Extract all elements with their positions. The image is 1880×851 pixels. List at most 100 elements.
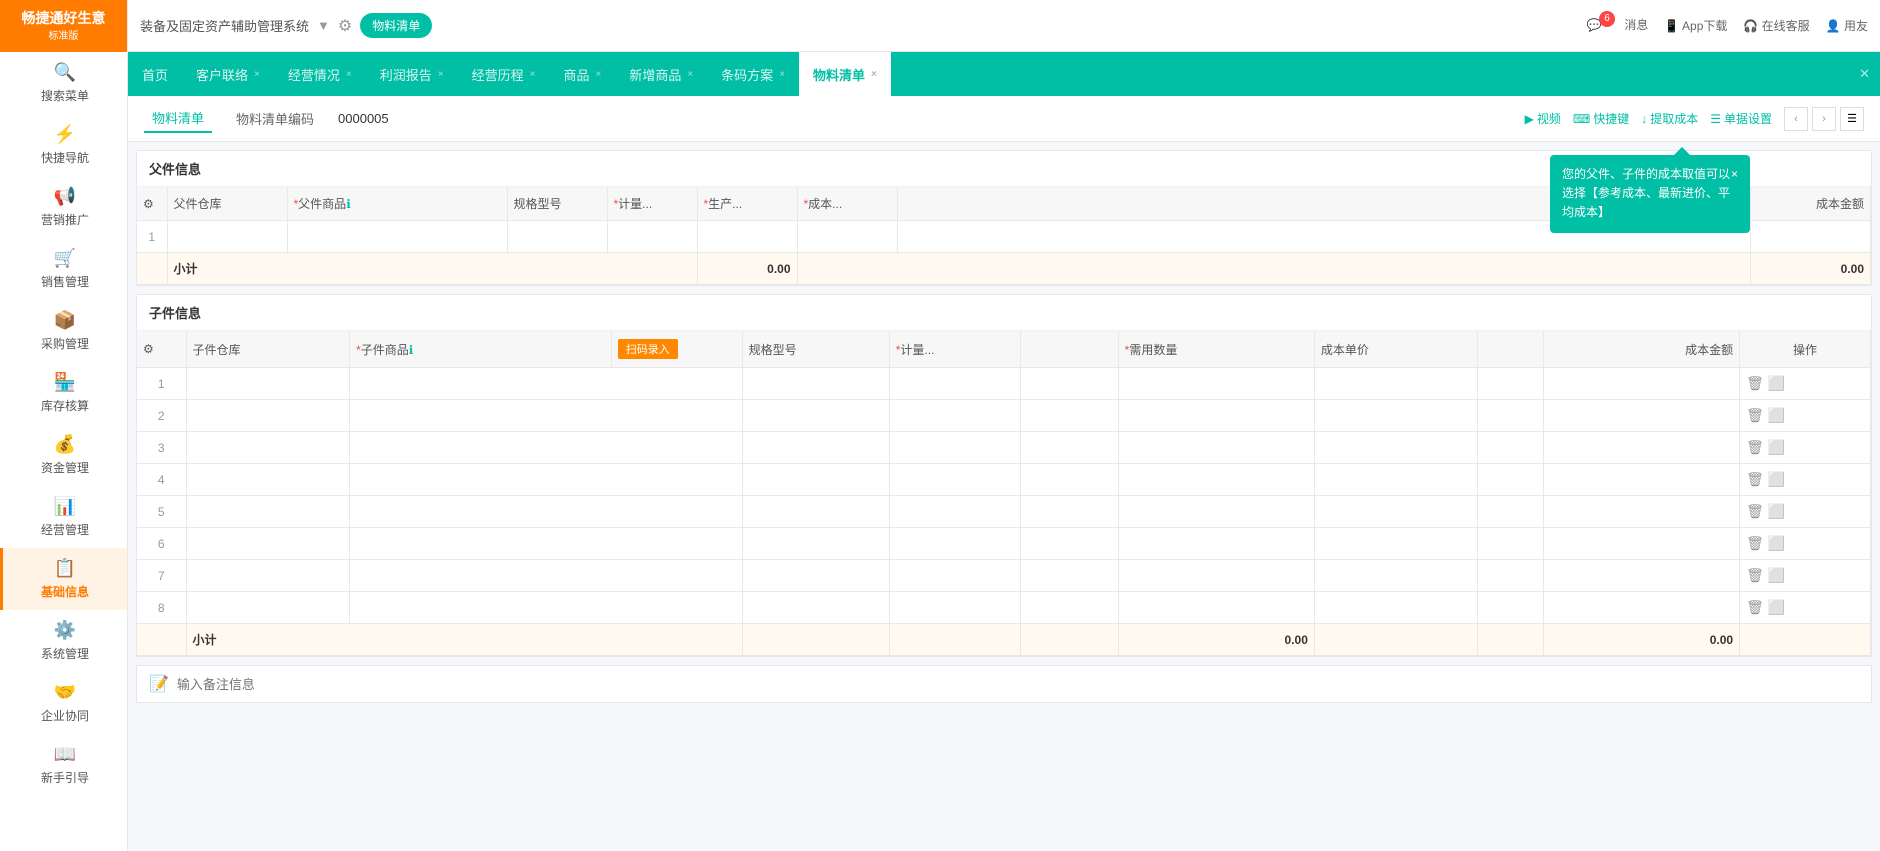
sidebar-item-inventory[interactable]: 🏪 库存核算: [0, 362, 127, 424]
table-row: 3 🗑 ⬜: [137, 432, 1871, 464]
copy-icon[interactable]: ⬜: [1768, 599, 1785, 616]
gear-icon[interactable]: ⚙: [143, 197, 154, 211]
note-input[interactable]: [177, 677, 1859, 692]
copy-icon[interactable]: ⬜: [1768, 471, 1785, 488]
parent-cost-cell[interactable]: [797, 221, 897, 253]
child-unit-cost-cell[interactable]: [1314, 400, 1478, 432]
table-row: 1 🗑 ⬜: [137, 368, 1871, 400]
tab-goods[interactable]: 商品 ×: [549, 52, 615, 96]
tab-history[interactable]: 经营历程 ×: [458, 52, 550, 96]
delete-icon[interactable]: 🗑: [1746, 407, 1764, 424]
app-download[interactable]: 📱 App下载: [1664, 17, 1727, 34]
parent-goods-cell[interactable]: [287, 221, 507, 253]
sidebar-item-sales[interactable]: 🛒 销售管理: [0, 238, 127, 300]
parent-production-cell[interactable]: [697, 221, 797, 253]
child-col-unit: *计量...: [889, 331, 1020, 368]
parent-warehouse-cell[interactable]: [167, 221, 287, 253]
copy-icon[interactable]: ⬜: [1768, 439, 1785, 456]
tab-close-icon[interactable]: ×: [595, 69, 601, 80]
parent-col-goods: *父件商品ℹ: [287, 187, 507, 221]
sidebar-item-purchase[interactable]: 📦 采购管理: [0, 300, 127, 362]
sidebar-item-finance[interactable]: 💰 资金管理: [0, 424, 127, 486]
delete-icon[interactable]: 🗑: [1746, 471, 1764, 488]
table-row: 6 🗑 ⬜: [137, 528, 1871, 560]
child-warehouse-cell[interactable]: [186, 368, 350, 400]
child-table-header: ⚙ 子件仓库 *子件商品ℹ 扫码录入 规格型号 *计量... *需用数量 成本单…: [137, 331, 1871, 368]
parent-unit-cell[interactable]: [607, 221, 697, 253]
tab-close-icon[interactable]: ×: [346, 69, 352, 80]
sub-tab-bom[interactable]: 物料清单: [144, 104, 212, 133]
tab-close-icon[interactable]: ×: [687, 69, 693, 80]
copy-icon[interactable]: ⬜: [1768, 503, 1785, 520]
settings-action[interactable]: ☰ 单据设置: [1710, 110, 1772, 127]
sidebar-item-label: 系统管理: [41, 645, 89, 662]
child-col-action: 操作: [1740, 331, 1871, 368]
child-qty-cell[interactable]: [1118, 368, 1314, 400]
tab-close-icon[interactable]: ×: [779, 69, 785, 80]
prev-arrow-button[interactable]: ‹: [1784, 107, 1808, 131]
dropdown-arrow-icon[interactable]: ▼: [317, 18, 330, 33]
child-spec-cell[interactable]: [742, 368, 889, 400]
message-area[interactable]: 💬 6 消息: [1587, 16, 1649, 35]
tab-close-icon[interactable]: ×: [871, 69, 877, 80]
child-goods-cell[interactable]: [350, 400, 742, 432]
tab-close-icon[interactable]: ×: [438, 69, 444, 80]
copy-icon[interactable]: ⬜: [1768, 567, 1785, 584]
shortcut-action[interactable]: ⌨ 快捷键: [1573, 110, 1629, 127]
sidebar-item-operations[interactable]: 📊 经营管理: [0, 486, 127, 548]
delete-icon[interactable]: 🗑: [1746, 375, 1764, 392]
child-warehouse-cell[interactable]: [186, 400, 350, 432]
tooltip-close-button[interactable]: ×: [1731, 165, 1738, 184]
tab-close-icon[interactable]: ×: [530, 69, 536, 80]
tab-customer[interactable]: 客户联络 ×: [182, 52, 274, 96]
clipboard-icon: 📋: [54, 558, 76, 579]
sub-tab-code[interactable]: 物料清单编码: [228, 105, 322, 132]
delete-icon[interactable]: 🗑: [1746, 599, 1764, 616]
sidebar-item-enterprise[interactable]: 🤝 企业协同: [0, 672, 127, 734]
tab-profit[interactable]: 利润报告 ×: [366, 52, 458, 96]
settings-icon[interactable]: ⚙: [338, 16, 352, 36]
list-view-button[interactable]: ☰: [1840, 107, 1864, 131]
parent-col-unit: *计量...: [607, 187, 697, 221]
delete-icon[interactable]: 🗑: [1746, 503, 1764, 520]
child-unit-cell[interactable]: [889, 368, 1020, 400]
tab-operations[interactable]: 经营情况 ×: [274, 52, 366, 96]
delete-icon[interactable]: 🗑: [1746, 535, 1764, 552]
child-col-spacer: [1020, 331, 1118, 368]
tab-home[interactable]: 首页: [128, 52, 182, 96]
child-subtotal-qty: 0.00: [1118, 624, 1314, 656]
store-icon: 🏪: [54, 372, 76, 393]
row-number: 1: [137, 368, 186, 400]
child-qty-cell[interactable]: [1118, 400, 1314, 432]
view-action[interactable]: ▶ 视频: [1525, 110, 1561, 127]
next-arrow-button[interactable]: ›: [1812, 107, 1836, 131]
sidebar-item-system[interactable]: ⚙️ 系统管理: [0, 610, 127, 672]
sidebar-item-marketing[interactable]: 📢 营销推广: [0, 176, 127, 238]
tab-close-all-icon[interactable]: ✕: [1849, 66, 1880, 82]
gear-icon[interactable]: ⚙: [143, 342, 154, 356]
delete-icon[interactable]: 🗑: [1746, 567, 1764, 584]
copy-icon[interactable]: ⬜: [1768, 535, 1785, 552]
online-service[interactable]: 🎧 在线客服: [1743, 17, 1809, 34]
child-unit-cell[interactable]: [889, 400, 1020, 432]
tab-close-icon[interactable]: ×: [254, 69, 260, 80]
sidebar-item-search[interactable]: 🔍 搜索菜单: [0, 52, 127, 114]
tab-barcode[interactable]: 条码方案 ×: [707, 52, 799, 96]
scan-input-button[interactable]: 扫码录入: [618, 339, 678, 359]
parent-spec-cell[interactable]: [507, 221, 607, 253]
copy-icon[interactable]: ⬜: [1768, 375, 1785, 392]
subtotal-spacer: [797, 253, 1751, 285]
tab-bom[interactable]: 物料清单 ×: [799, 52, 891, 96]
child-goods-cell[interactable]: [350, 368, 742, 400]
child-unit-cost-cell[interactable]: [1314, 368, 1478, 400]
cost-action[interactable]: ↓ 提取成本: [1641, 110, 1698, 127]
user-area[interactable]: 👤 用友: [1826, 17, 1868, 34]
delete-icon[interactable]: 🗑: [1746, 439, 1764, 456]
sidebar-item-guide[interactable]: 📖 新手引导: [0, 734, 127, 796]
copy-icon[interactable]: ⬜: [1768, 407, 1785, 424]
sidebar-item-basic-info[interactable]: 📋 基础信息: [0, 548, 127, 610]
experience-button[interactable]: 物料清单: [360, 13, 432, 38]
sidebar-item-quick-nav[interactable]: ⚡ 快捷导航: [0, 114, 127, 176]
tab-new-goods[interactable]: 新增商品 ×: [615, 52, 707, 96]
child-spec-cell[interactable]: [742, 400, 889, 432]
